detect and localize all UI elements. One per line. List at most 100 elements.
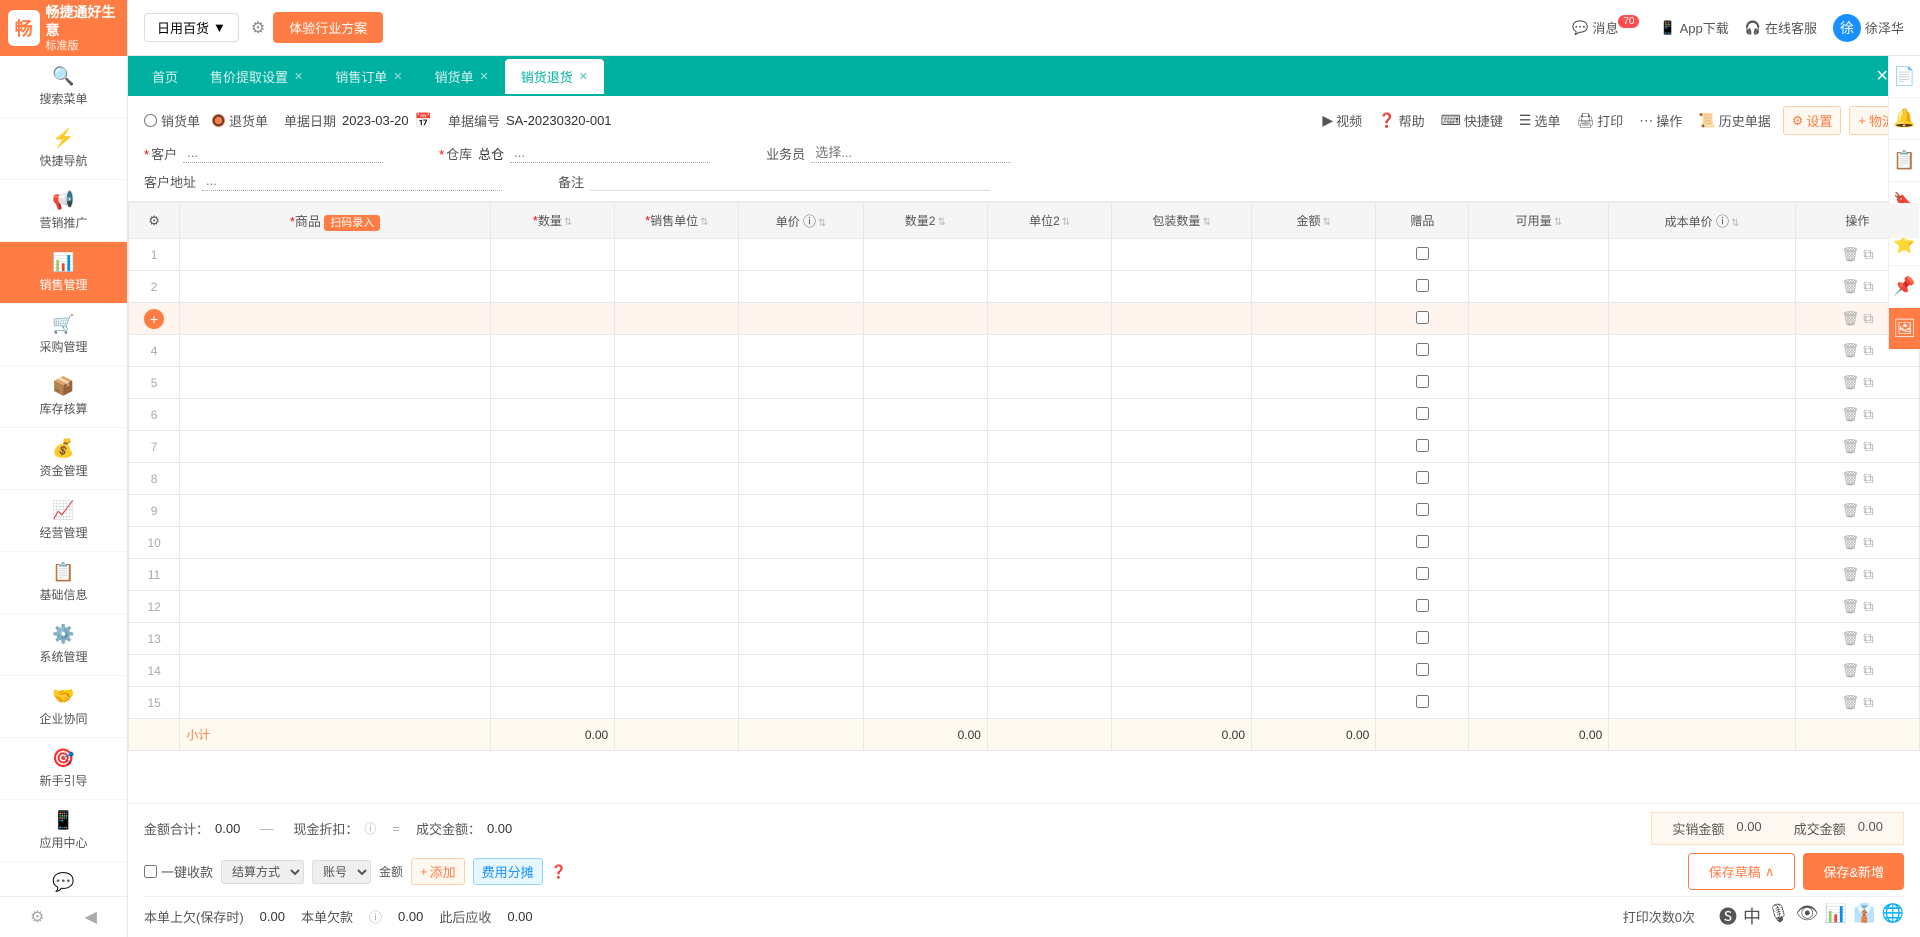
copy-icon[interactable]: ⧉: [1863, 406, 1873, 423]
app-download-item[interactable]: 📱 App下载: [1659, 18, 1728, 37]
unit-cell-2[interactable]: [615, 271, 739, 303]
message-item[interactable]: 💬 消息 70: [1572, 18, 1643, 37]
avail-cell-2[interactable]: [1469, 271, 1609, 303]
calendar-icon[interactable]: 📅: [415, 112, 432, 129]
tab-home[interactable]: 首页: [136, 59, 194, 94]
address-input[interactable]: [202, 171, 502, 191]
copy-icon[interactable]: ⧉: [1863, 534, 1873, 551]
copy-icon[interactable]: ⧉: [1863, 502, 1873, 519]
delete-icon[interactable]: 🗑: [1841, 502, 1859, 519]
copy-icon[interactable]: ⧉: [1863, 630, 1873, 647]
unit-cell-1[interactable]: [615, 239, 739, 271]
tab-price[interactable]: 售价提取设置 ✕: [194, 59, 319, 94]
tab-sales-order-close[interactable]: ✕: [393, 70, 402, 83]
copy-icon-2[interactable]: ⧉: [1863, 278, 1873, 295]
avail-cell-1[interactable]: [1469, 239, 1609, 271]
warehouse-input[interactable]: [510, 143, 710, 163]
salesperson-input[interactable]: [811, 143, 1011, 163]
pack-cell-2[interactable]: [1112, 271, 1252, 303]
sidebar-item-finance[interactable]: 💰 资金管理: [0, 428, 127, 490]
copy-icon[interactable]: ⧉: [1863, 566, 1873, 583]
delete-icon[interactable]: 🗑: [1841, 374, 1859, 391]
delete-icon[interactable]: 🗑: [1841, 534, 1859, 551]
right-sidebar-item-3[interactable]: 📋: [1889, 140, 1920, 182]
price-cell-3[interactable]: [739, 303, 863, 335]
sidebar-item-guide[interactable]: 🎯 新手引导: [0, 738, 127, 800]
select-btn[interactable]: ☰ 选单: [1515, 106, 1565, 135]
price-cell-1[interactable]: [739, 239, 863, 271]
topbar-gear-icon[interactable]: ⚙: [251, 18, 265, 38]
copy-icon[interactable]: ⧉: [1863, 694, 1873, 711]
tab-sales[interactable]: 销货单 ✕: [418, 59, 504, 94]
gift-cell-1[interactable]: [1376, 239, 1469, 271]
right-sidebar-item-7[interactable]: 🖼: [1889, 308, 1920, 350]
avail-cell-3[interactable]: [1469, 303, 1609, 335]
unit2-cell-1[interactable]: [987, 239, 1111, 271]
operation-btn[interactable]: ⋯ 操作: [1635, 106, 1686, 135]
copy-icon[interactable]: ⧉: [1863, 438, 1873, 455]
delete-icon-2[interactable]: 🗑: [1841, 278, 1859, 295]
sidebar-item-search[interactable]: 🔍 搜索菜单: [0, 56, 127, 118]
gift-check-3[interactable]: [1416, 311, 1429, 324]
sidebar-item-operation[interactable]: 📈 经营管理: [0, 490, 127, 552]
tab-return-close[interactable]: ✕: [579, 70, 588, 83]
qty-cell-3[interactable]: [490, 303, 614, 335]
radio-return[interactable]: 退货单: [212, 111, 268, 130]
sidebar-item-basic[interactable]: 📋 基础信息: [0, 552, 127, 614]
qty2-cell-1[interactable]: [863, 239, 987, 271]
scan-button[interactable]: 扫码录入: [324, 215, 380, 231]
sidebar-collapse-btn[interactable]: ◀: [85, 907, 97, 927]
product-cell-3[interactable]: [180, 303, 491, 335]
tab-return[interactable]: 销货退货 ✕: [505, 59, 604, 94]
video-btn[interactable]: ▶ 视频: [1318, 106, 1366, 135]
copy-icon[interactable]: ⧉: [1863, 374, 1873, 391]
sidebar-item-shortcut[interactable]: ⚡ 快捷导航: [0, 118, 127, 180]
sidebar-item-wechat[interactable]: 💬 企业微信: [0, 862, 127, 896]
sidebar-item-cooperation[interactable]: 🤝 企业协同: [0, 676, 127, 738]
print-btn[interactable]: 🖨 打印: [1572, 106, 1627, 135]
delete-icon[interactable]: 🗑: [1841, 630, 1859, 647]
history-btn[interactable]: 📜 历史单据: [1694, 106, 1774, 135]
sidebar-item-app[interactable]: 📱 应用中心: [0, 800, 127, 862]
online-service-item[interactable]: 🎧 在线客服: [1745, 18, 1817, 37]
payment-account-select[interactable]: 账号: [312, 860, 371, 884]
add-fee-button[interactable]: + 添加: [411, 858, 465, 885]
sidebar-item-inventory[interactable]: 📦 库存核算: [0, 366, 127, 428]
sidebar-item-purchase[interactable]: 🛒 采购管理: [0, 304, 127, 366]
help-btn[interactable]: ❓ 帮助: [1374, 106, 1428, 135]
product-cell-2[interactable]: [180, 271, 491, 303]
product-cell-1[interactable]: [180, 239, 491, 271]
tab-price-close[interactable]: ✕: [294, 70, 303, 83]
delete-icon-3[interactable]: 🗑: [1841, 310, 1859, 327]
gift-check-1[interactable]: [1416, 247, 1429, 260]
user-profile[interactable]: 徐 徐泽华: [1833, 14, 1904, 42]
delete-icon[interactable]: 🗑: [1841, 662, 1859, 679]
calc-method-select[interactable]: 结算方式: [221, 860, 304, 884]
qty2-cell-2[interactable]: [863, 271, 987, 303]
one-click-checkbox[interactable]: [144, 865, 157, 878]
price-cell-2[interactable]: [739, 271, 863, 303]
amount-cell-1[interactable]: [1252, 239, 1376, 271]
delete-icon[interactable]: 🗑: [1841, 694, 1859, 711]
save-new-button[interactable]: 保存&新增: [1803, 853, 1904, 890]
right-sidebar-item-6[interactable]: 📌: [1889, 266, 1920, 308]
delete-icon[interactable]: 🗑: [1841, 406, 1859, 423]
delete-icon[interactable]: 🗑: [1841, 438, 1859, 455]
right-sidebar-item-1[interactable]: 📄: [1889, 56, 1920, 98]
th-settings[interactable]: ⚙: [129, 203, 180, 239]
split-button[interactable]: 费用分摊: [473, 858, 543, 885]
gift-cell-2[interactable]: [1376, 271, 1469, 303]
copy-icon-1[interactable]: ⧉: [1863, 246, 1873, 263]
radio-sale[interactable]: 销货单: [144, 111, 200, 130]
product-input-3[interactable]: [186, 311, 484, 326]
remark-input[interactable]: [590, 171, 990, 191]
unit2-cell-2[interactable]: [987, 271, 1111, 303]
tab-sales-close[interactable]: ✕: [480, 70, 489, 83]
sidebar-item-marketing[interactable]: 📢 营销推广: [0, 180, 127, 242]
delete-icon[interactable]: 🗑: [1841, 566, 1859, 583]
unit-cell-3[interactable]: [615, 303, 739, 335]
copy-icon[interactable]: ⧉: [1863, 342, 1873, 359]
shortcut-btn[interactable]: ⌨ 快捷键: [1437, 106, 1507, 135]
pack-cell-3[interactable]: [1112, 303, 1252, 335]
customer-input[interactable]: [183, 143, 383, 163]
